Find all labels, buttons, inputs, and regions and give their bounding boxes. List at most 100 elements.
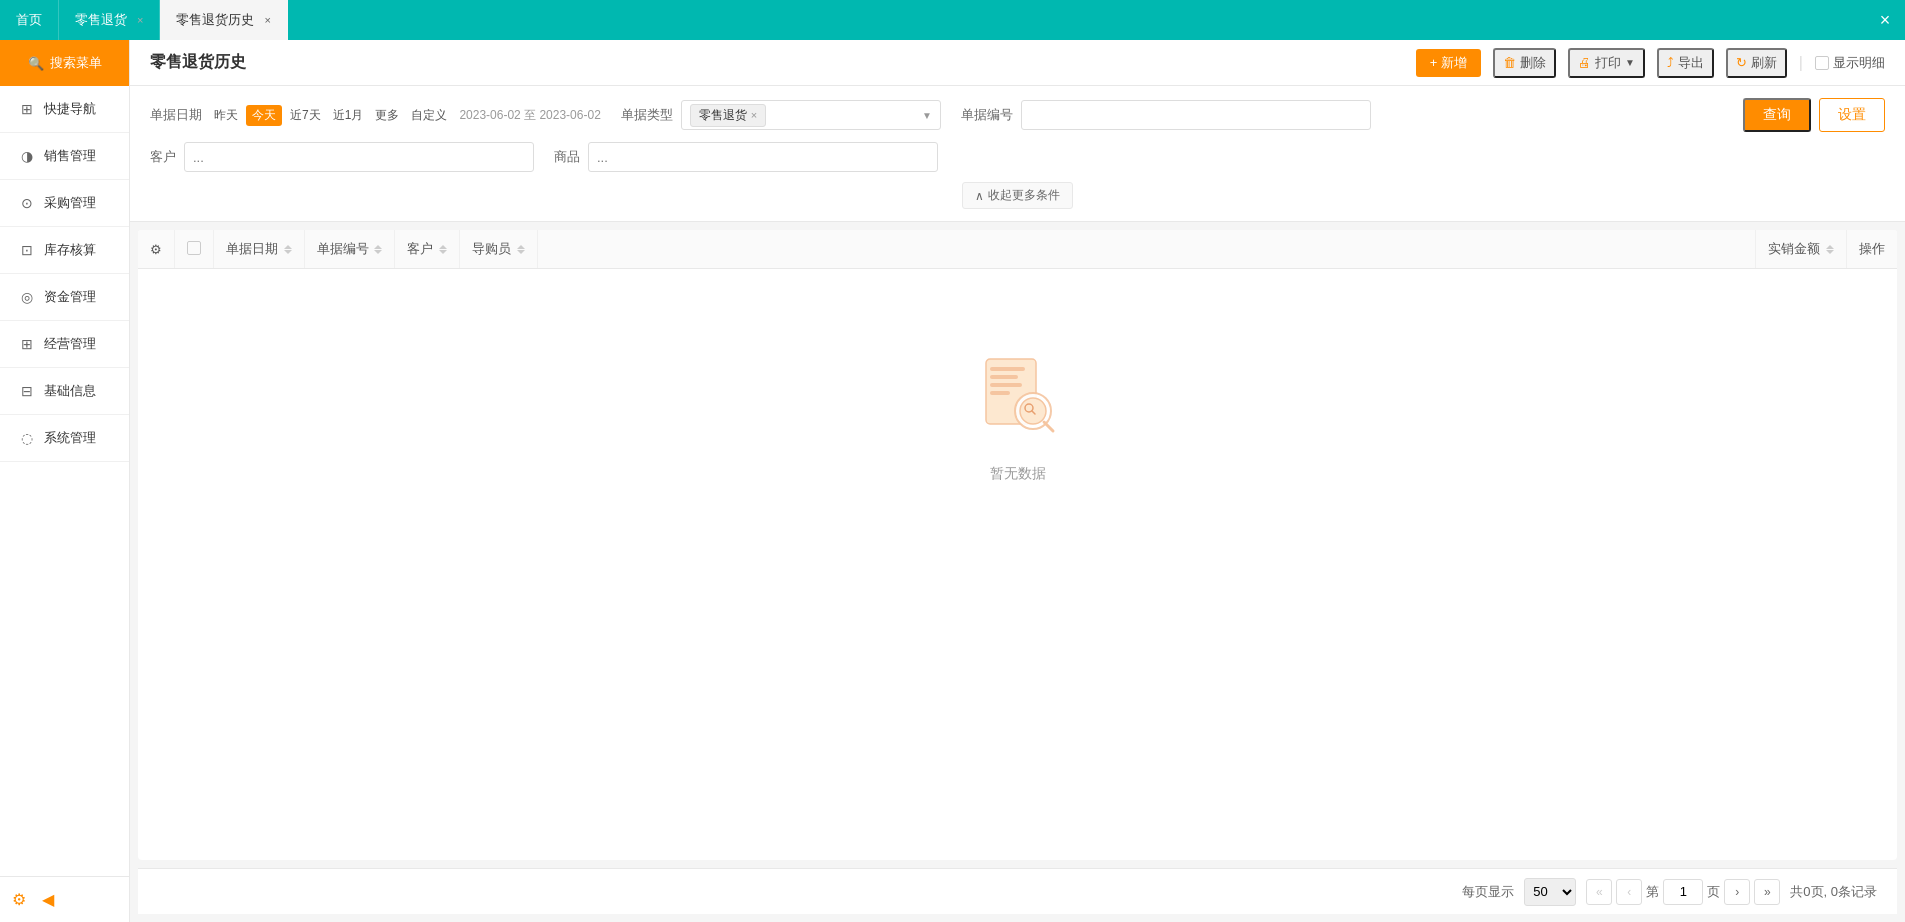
- date-1month-btn[interactable]: 近1月: [329, 106, 368, 125]
- filter-area: 单据日期 昨天 今天 近7天 近1月 更多 自定义 2023-06-02 至 2…: [130, 86, 1905, 222]
- date-custom-btn[interactable]: 自定义: [407, 106, 451, 125]
- query-button[interactable]: 查询: [1743, 98, 1811, 132]
- per-page-select[interactable]: 10 20 50 100: [1524, 878, 1576, 906]
- th-spacer: [537, 230, 1756, 269]
- page-unit: 页: [1707, 883, 1720, 901]
- settings-button-label: 设置: [1838, 106, 1866, 124]
- svg-rect-2: [990, 375, 1018, 379]
- th-order-no[interactable]: 单据编号: [304, 230, 395, 269]
- action-divider: |: [1799, 54, 1803, 72]
- collapse-filter-btn[interactable]: ∧ 收起更多条件: [962, 182, 1073, 209]
- sidebar-item-finance-mgmt-label: 资金管理: [44, 288, 96, 306]
- tab-retail-return-close[interactable]: ×: [137, 14, 143, 26]
- delete-button-label: 删除: [1520, 54, 1546, 72]
- print-dropdown-icon: ▼: [1625, 57, 1635, 68]
- page-input[interactable]: [1663, 879, 1703, 905]
- sidebar-item-operations-mgmt-label: 经营管理: [44, 335, 96, 353]
- first-page-btn[interactable]: «: [1586, 879, 1612, 905]
- pagination-bar: 每页显示 10 20 50 100 « ‹ 第 页 › » 共0页, 0条记录: [138, 868, 1897, 914]
- goods-filter-input[interactable]: [588, 142, 938, 172]
- settings-button[interactable]: 设置: [1819, 98, 1885, 132]
- select-all-checkbox[interactable]: [187, 241, 201, 255]
- th-amount[interactable]: 实销金额: [1756, 230, 1847, 269]
- delete-button[interactable]: 🗑 删除: [1493, 48, 1556, 78]
- prev-page-btn[interactable]: ‹: [1616, 879, 1642, 905]
- th-amount-sort-icon: [1826, 245, 1834, 254]
- empty-state-cell: 暂无数据: [138, 269, 1897, 564]
- sidebar-item-quick-nav-label: 快捷导航: [44, 100, 96, 118]
- th-guide[interactable]: 导购员: [459, 230, 537, 269]
- pagination-nav: « ‹ 第 页 › »: [1586, 879, 1780, 905]
- window-close-button[interactable]: ×: [1865, 0, 1905, 40]
- sidebar-item-system-mgmt[interactable]: ◌ 系统管理: [0, 415, 129, 462]
- sidebar-item-purchase-mgmt-label: 采购管理: [44, 194, 96, 212]
- sidebar-item-operations-mgmt[interactable]: ⊞ 经营管理: [0, 321, 129, 368]
- type-filter-tag-label: 零售退货: [699, 107, 747, 124]
- type-filter-label: 单据类型: [621, 106, 673, 124]
- date-more-btn[interactable]: 更多: [371, 106, 403, 125]
- refresh-icon: ↻: [1736, 55, 1747, 70]
- export-button[interactable]: ⤴ 导出: [1657, 48, 1714, 78]
- order-no-filter: 单据编号: [961, 100, 1371, 130]
- print-icon: 🖨: [1578, 55, 1591, 70]
- print-button-label: 打印: [1595, 54, 1621, 72]
- sidebar-item-basic-info[interactable]: ⊟ 基础信息: [0, 368, 129, 415]
- delete-icon: 🗑: [1503, 55, 1516, 70]
- sales-mgmt-icon: ◑: [18, 147, 36, 165]
- sidebar-item-purchase-mgmt[interactable]: ⊙ 采购管理: [0, 180, 129, 227]
- print-button[interactable]: 🖨 打印 ▼: [1568, 48, 1645, 78]
- sidebar-item-sales-mgmt[interactable]: ◑ 销售管理: [0, 133, 129, 180]
- show-detail-label[interactable]: 显示明细: [1815, 54, 1885, 72]
- empty-state: 暂无数据: [138, 269, 1897, 563]
- tab-retail-return-history[interactable]: 零售退货历史 ×: [160, 0, 287, 40]
- date-range-display: 2023-06-02 至 2023-06-02: [459, 107, 600, 124]
- th-customer[interactable]: 客户: [395, 230, 460, 269]
- th-guide-sort-icon: [517, 245, 525, 254]
- empty-state-row: 暂无数据: [138, 269, 1897, 564]
- refresh-button[interactable]: ↻ 刷新: [1726, 48, 1787, 78]
- customer-filter: 客户: [150, 142, 534, 172]
- tab-home[interactable]: 首页: [0, 0, 59, 40]
- settings-gear-icon[interactable]: ⚙: [150, 242, 162, 257]
- type-filter: 单据类型 零售退货 × ▼: [621, 100, 941, 130]
- th-settings[interactable]: ⚙: [138, 230, 175, 269]
- sidebar-item-basic-info-label: 基础信息: [44, 382, 96, 400]
- th-order-no-label: 单据编号: [317, 241, 369, 256]
- th-date-sort-icon: [284, 245, 292, 254]
- order-no-input[interactable]: [1021, 100, 1371, 130]
- export-button-label: 导出: [1678, 54, 1704, 72]
- next-page-btn[interactable]: ›: [1724, 879, 1750, 905]
- sidebar-item-inventory-calc[interactable]: ⊡ 库存核算: [0, 227, 129, 274]
- tab-retail-return-history-close[interactable]: ×: [264, 14, 270, 26]
- last-page-btn[interactable]: »: [1754, 879, 1780, 905]
- date-yesterday-btn[interactable]: 昨天: [210, 106, 242, 125]
- system-mgmt-icon: ◌: [18, 429, 36, 447]
- show-detail-text: 显示明细: [1833, 54, 1885, 72]
- settings-icon[interactable]: ⚙: [12, 890, 26, 909]
- type-filter-dropdown-icon: ▼: [922, 110, 932, 121]
- th-checkbox[interactable]: [175, 230, 214, 269]
- type-filter-tag-close[interactable]: ×: [751, 109, 757, 121]
- filter-row-2: 客户 商品: [150, 142, 1885, 172]
- date-today-btn[interactable]: 今天: [246, 105, 282, 126]
- content-area: 零售退货历史 + 新增 🗑 删除 🖨 打印 ▼ ⤴ 导出: [130, 40, 1905, 922]
- type-filter-select[interactable]: 零售退货 × ▼: [681, 100, 941, 130]
- inventory-calc-icon: ⊡: [18, 241, 36, 259]
- sidebar-item-finance-mgmt[interactable]: ◎ 资金管理: [0, 274, 129, 321]
- sidebar-search[interactable]: 🔍 搜索菜单: [0, 40, 129, 86]
- tab-retail-return[interactable]: 零售退货 ×: [59, 0, 160, 40]
- page-actions: + 新增 🗑 删除 🖨 打印 ▼ ⤴ 导出 ↻ 刷新: [1416, 48, 1885, 78]
- data-table: ⚙ 单据日期 单据编号: [138, 230, 1897, 563]
- collapse-up-icon: ∧: [975, 189, 984, 203]
- table-body: 暂无数据: [138, 269, 1897, 564]
- show-detail-checkbox[interactable]: [1815, 56, 1829, 70]
- goods-filter: 商品: [554, 142, 938, 172]
- date-7days-btn[interactable]: 近7天: [286, 106, 325, 125]
- sidebar-item-quick-nav[interactable]: ⊞ 快捷导航: [0, 86, 129, 133]
- new-button[interactable]: + 新增: [1416, 49, 1481, 77]
- collapse-sidebar-icon[interactable]: ◀: [42, 890, 54, 909]
- customer-filter-input[interactable]: [184, 142, 534, 172]
- th-order-no-sort-icon: [374, 245, 382, 254]
- th-date[interactable]: 单据日期: [214, 230, 305, 269]
- query-button-label: 查询: [1763, 106, 1791, 124]
